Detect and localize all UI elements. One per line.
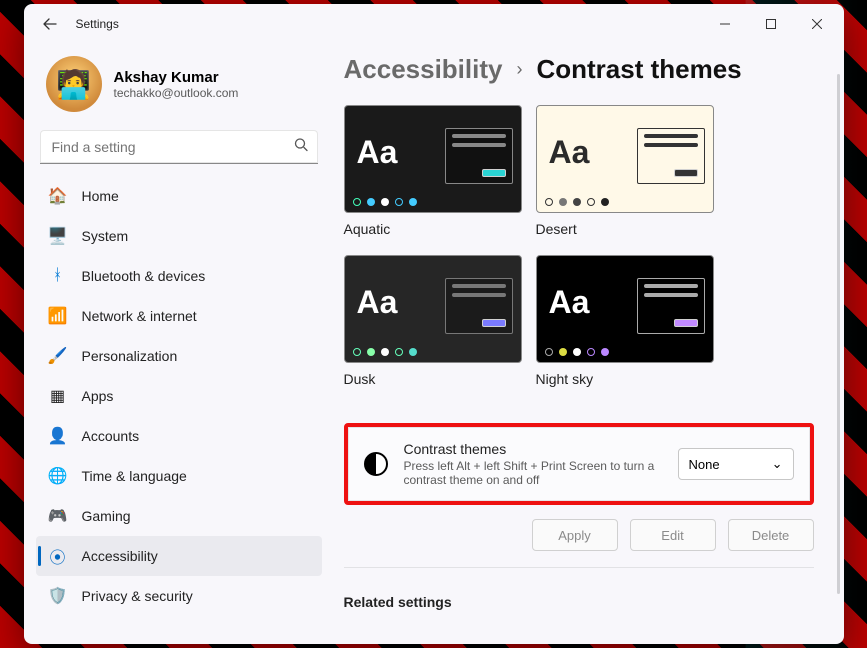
search-input[interactable]: [40, 130, 318, 164]
close-icon: [812, 19, 822, 29]
brush-icon: 🖌️: [48, 346, 68, 366]
theme-night-sky[interactable]: Aa Night sky: [536, 255, 714, 387]
titlebar: Settings: [24, 4, 844, 44]
aa-sample: Aa: [549, 284, 590, 321]
theme-grid: Aa Aquatic Aa Desert Aa: [344, 105, 814, 387]
theme-preview: Aa: [536, 105, 714, 213]
clock-icon: 🌐: [48, 466, 68, 486]
avatar: 🧑‍💻: [46, 56, 102, 112]
nav-system[interactable]: 🖥️ System: [36, 216, 322, 256]
nav-personalization[interactable]: 🖌️ Personalization: [36, 336, 322, 376]
nav-label: Gaming: [82, 508, 131, 524]
delete-button[interactable]: Delete: [728, 519, 814, 551]
setting-desc: Press left Alt + left Shift + Print Scre…: [404, 459, 662, 487]
theme-name: Night sky: [536, 371, 714, 387]
accessibility-icon: ⦿: [48, 546, 68, 566]
theme-name: Aquatic: [344, 221, 522, 237]
related-settings-heading: Related settings: [344, 594, 814, 610]
chevron-down-icon: ⌄: [772, 456, 783, 472]
nav-bluetooth[interactable]: ᚼ Bluetooth & devices: [36, 256, 322, 296]
aa-sample: Aa: [549, 134, 590, 171]
nav-privacy[interactable]: 🛡️ Privacy & security: [36, 576, 322, 616]
chevron-right-icon: ›: [516, 59, 522, 80]
system-icon: 🖥️: [48, 226, 68, 246]
close-button[interactable]: [794, 8, 840, 40]
profile[interactable]: 🧑‍💻 Akshay Kumar techakko@outlook.com: [36, 44, 322, 130]
minimize-icon: [720, 19, 730, 29]
theme-dusk[interactable]: Aa Dusk: [344, 255, 522, 387]
nav-label: Apps: [82, 388, 114, 404]
nav-list: 🏠 Home 🖥️ System ᚼ Bluetooth & devices 📶 Net…: [36, 176, 322, 616]
nav-apps[interactable]: ▦ Apps: [36, 376, 322, 416]
profile-name: Akshay Kumar: [114, 69, 239, 86]
theme-preview: Aa: [344, 255, 522, 363]
nav-accounts[interactable]: 👤 Accounts: [36, 416, 322, 456]
select-value: None: [689, 457, 720, 472]
nav-label: Accessibility: [82, 548, 158, 564]
theme-preview: Aa: [536, 255, 714, 363]
theme-select[interactable]: None ⌄: [678, 448, 794, 480]
apply-button[interactable]: Apply: [532, 519, 618, 551]
bluetooth-icon: ᚼ: [48, 266, 68, 286]
settings-window: Settings 🧑‍💻 Akshay Kumar techakko@outlo…: [24, 4, 844, 644]
edit-button[interactable]: Edit: [630, 519, 716, 551]
aa-sample: Aa: [357, 134, 398, 171]
nav-label: Privacy & security: [82, 588, 193, 604]
contrast-theme-setting: Contrast themes Press left Alt + left Sh…: [344, 423, 814, 505]
nav-label: Network & internet: [82, 308, 197, 324]
minimize-button[interactable]: [702, 8, 748, 40]
nav-label: Accounts: [82, 428, 140, 444]
breadcrumb: Accessibility › Contrast themes: [344, 54, 814, 85]
main-content: Accessibility › Contrast themes Aa Aquat…: [334, 44, 844, 644]
page-title: Contrast themes: [536, 54, 741, 85]
nav-label: Home: [82, 188, 119, 204]
apps-icon: ▦: [48, 386, 68, 406]
nav-label: Bluetooth & devices: [82, 268, 206, 284]
theme-desert[interactable]: Aa Desert: [536, 105, 714, 237]
scrollbar[interactable]: [837, 74, 840, 594]
home-icon: 🏠: [48, 186, 68, 206]
nav-gaming[interactable]: 🎮 Gaming: [36, 496, 322, 536]
action-row: Apply Edit Delete: [344, 519, 814, 568]
theme-aquatic[interactable]: Aa Aquatic: [344, 105, 522, 237]
nav-label: System: [82, 228, 129, 244]
contrast-icon: [364, 452, 388, 476]
gaming-icon: 🎮: [48, 506, 68, 526]
back-button[interactable]: [34, 8, 66, 40]
sidebar: 🧑‍💻 Akshay Kumar techakko@outlook.com 🏠 H…: [24, 44, 334, 644]
breadcrumb-parent[interactable]: Accessibility: [344, 54, 503, 85]
theme-preview: Aa: [344, 105, 522, 213]
theme-name: Dusk: [344, 371, 522, 387]
nav-home[interactable]: 🏠 Home: [36, 176, 322, 216]
window-title: Settings: [76, 17, 119, 31]
search-icon: [294, 138, 308, 157]
theme-name: Desert: [536, 221, 714, 237]
nav-accessibility[interactable]: ⦿ Accessibility: [36, 536, 322, 576]
shield-icon: 🛡️: [48, 586, 68, 606]
aa-sample: Aa: [357, 284, 398, 321]
nav-label: Time & language: [82, 468, 187, 484]
wifi-icon: 📶: [48, 306, 68, 326]
setting-title: Contrast themes: [404, 441, 662, 457]
nav-time[interactable]: 🌐 Time & language: [36, 456, 322, 496]
nav-label: Personalization: [82, 348, 178, 364]
maximize-icon: [766, 19, 776, 29]
person-icon: 👤: [48, 426, 68, 446]
maximize-button[interactable]: [748, 8, 794, 40]
arrow-left-icon: [42, 16, 58, 32]
profile-email: techakko@outlook.com: [114, 86, 239, 100]
nav-network[interactable]: 📶 Network & internet: [36, 296, 322, 336]
